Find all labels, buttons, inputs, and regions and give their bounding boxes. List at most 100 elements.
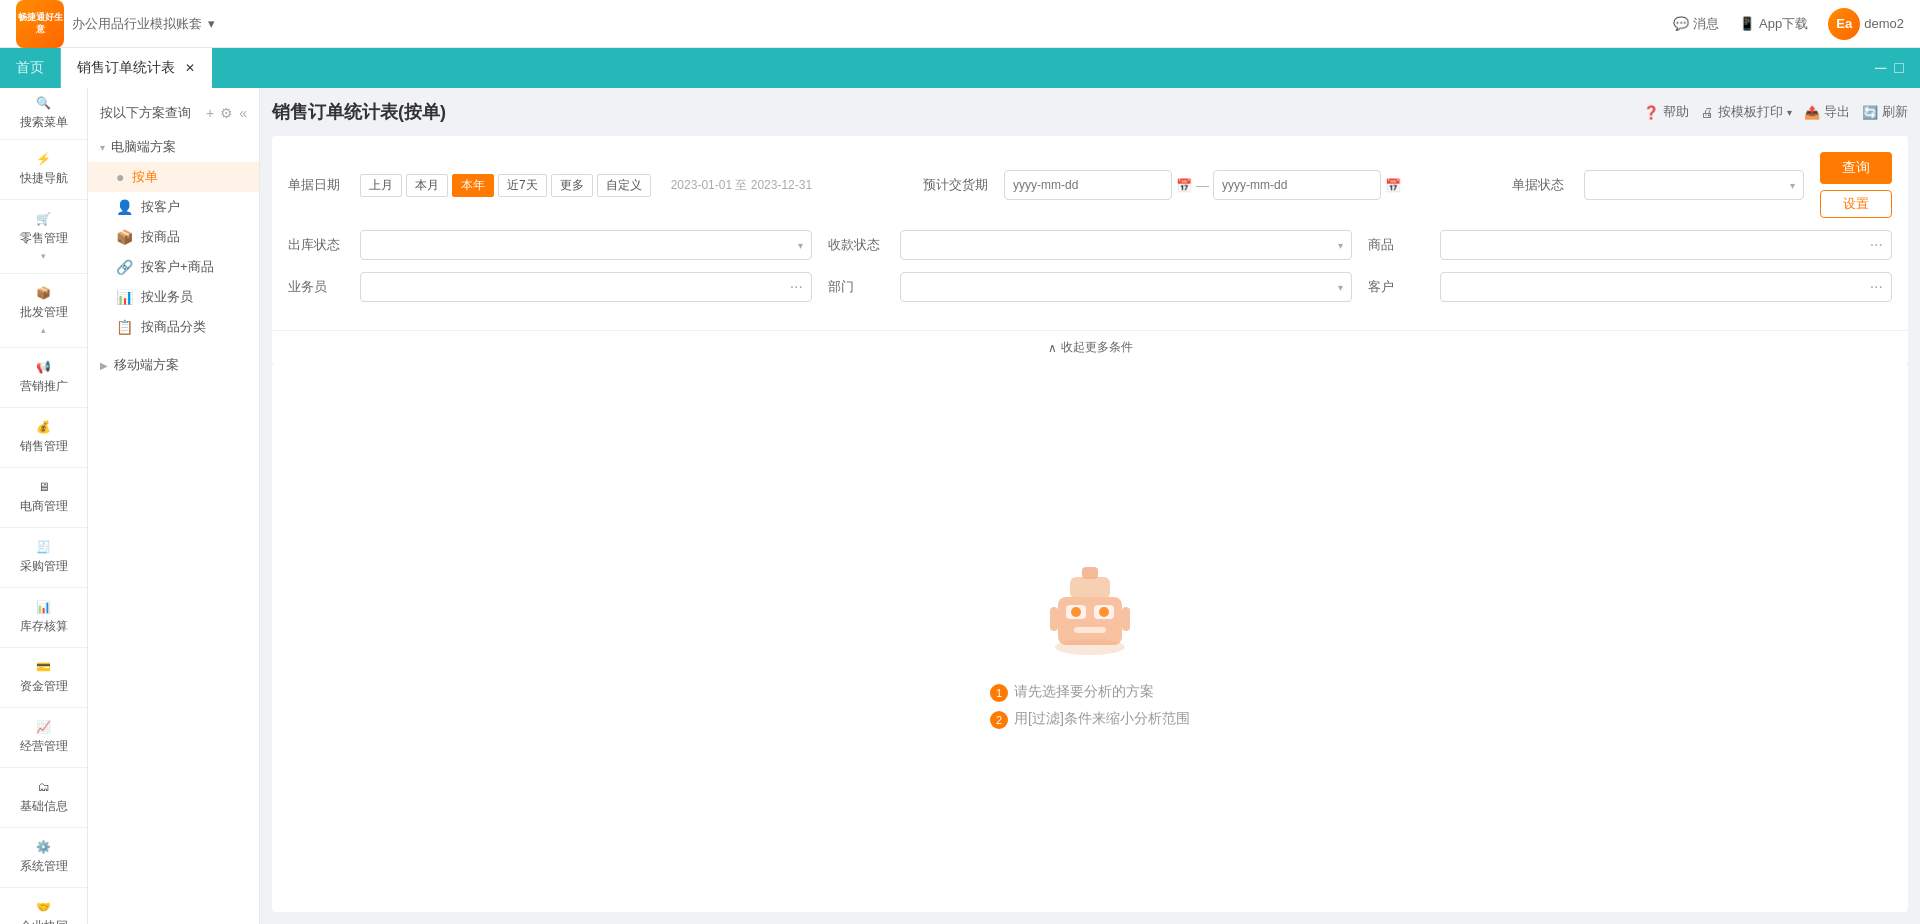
print-btn[interactable]: 🖨 按模板打印 ▾ [1701, 103, 1792, 121]
collapse-panel-btn[interactable]: « [239, 105, 247, 121]
status-label: 单据状态 [1512, 176, 1568, 194]
scheme-item-by-customer-product[interactable]: 🔗 按客户+商品 [88, 252, 259, 282]
product-select[interactable]: ··· [1440, 230, 1892, 260]
finance-icon: 💳 [36, 660, 51, 674]
sidebar-item-marketing[interactable]: 📢 营销推广 [0, 348, 87, 408]
salesperson-select[interactable]: ··· [360, 272, 812, 302]
scheme-group-pc: ▾ 电脑端方案 ● 按单 👤 按客户 📦 按商品 🔗 按客户+商品 [88, 132, 259, 342]
payment-status-select[interactable]: ▾ [900, 230, 1352, 260]
sidebar-item-enterprise[interactable]: 🤝 企业协同 [0, 888, 87, 924]
by-salesperson-label: 按业务员 [141, 288, 193, 306]
salesperson-dots[interactable]: ··· [790, 278, 803, 296]
sidebar-quick-nav[interactable]: ⚡ 快捷导航 [0, 140, 87, 200]
topbar-right: 💬 消息 📱 App下载 Ea demo2 [1673, 8, 1904, 40]
scheme-item-by-category[interactable]: 📋 按商品分类 [88, 312, 259, 342]
date-btn-this-month[interactable]: 本月 [406, 174, 448, 197]
enterprise-icon: 🤝 [36, 900, 51, 914]
sidebar-item-wholesale[interactable]: 📦 批发管理 ▴ [0, 274, 87, 348]
payment-status-label: 收款状态 [828, 236, 884, 254]
filter-card: 单据日期 上月 本月 本年 近7天 更多 自定义 2023-01-01 至 20… [272, 136, 1908, 322]
date-dash: — [1196, 178, 1209, 193]
customer-select[interactable]: ··· [1440, 272, 1892, 302]
operation-icon: 📈 [36, 720, 51, 734]
tab-sales-order-stats[interactable]: 销售订单统计表 ✕ [61, 48, 212, 88]
expected-date-start[interactable] [1004, 170, 1172, 200]
retail-arrow: ▾ [41, 251, 46, 261]
minimize-btn[interactable]: ─ [1875, 59, 1886, 77]
sidebar-item-system[interactable]: ⚙️ 系统管理 [0, 828, 87, 888]
scheme-group-pc-title[interactable]: ▾ 电脑端方案 [88, 132, 259, 162]
tab-sales-label: 销售订单统计表 [77, 59, 175, 77]
wholesale-label: 批发管理 [20, 304, 68, 321]
sidebar-item-retail[interactable]: 🛒 零售管理 ▾ [0, 200, 87, 274]
sidebar-item-operation[interactable]: 📈 经营管理 [0, 708, 87, 768]
app-selector[interactable]: 办公用品行业模拟账套 ▾ [72, 15, 215, 33]
collapse-bar[interactable]: ∧ 收起更多条件 [272, 330, 1908, 364]
help-btn[interactable]: ❓ 帮助 [1643, 103, 1689, 121]
svg-rect-7 [1070, 577, 1110, 599]
sidebar-item-finance[interactable]: 💳 资金管理 [0, 648, 87, 708]
export-btn[interactable]: 📤 导出 [1804, 103, 1850, 121]
message-btn[interactable]: 💬 消息 [1673, 15, 1719, 33]
scheme-group-mobile-arrow: ▶ [100, 360, 108, 371]
operation-label: 经营管理 [20, 738, 68, 755]
retail-icon: 🛒 [36, 212, 51, 226]
purchase-label: 采购管理 [20, 558, 68, 575]
maximize-btn[interactable]: □ [1894, 59, 1904, 77]
filter-row-3: 业务员 ··· 部门 ▾ 客户 ··· [288, 272, 1892, 302]
settings-btn[interactable]: 设置 [1820, 190, 1892, 218]
delivery-status-select[interactable]: ▾ [360, 230, 812, 260]
scheme-item-by-customer[interactable]: 👤 按客户 [88, 192, 259, 222]
sidebar-search[interactable]: 🔍 搜索菜单 [0, 88, 87, 140]
settings-scheme-btn[interactable]: ⚙ [220, 105, 233, 121]
page-header: 销售订单统计表(按单) ❓ 帮助 🖨 按模板打印 ▾ 📤 导出 [272, 100, 1908, 124]
date-end-calendar-icon[interactable]: 📅 [1385, 178, 1401, 193]
svg-point-5 [1099, 607, 1109, 617]
sidebar-item-ecommerce[interactable]: 🖥 电商管理 [0, 468, 87, 528]
scheme-item-by-salesperson[interactable]: 📊 按业务员 [88, 282, 259, 312]
sidebar-item-sales[interactable]: 💰 销售管理 [0, 408, 87, 468]
expected-date-label: 预计交货期 [923, 176, 988, 194]
date-btn-custom[interactable]: 自定义 [597, 174, 651, 197]
date-btn-this-year[interactable]: 本年 [452, 174, 494, 197]
scheme-group-mobile-title[interactable]: ▶ 移动端方案 [88, 350, 259, 380]
date-btn-last-month[interactable]: 上月 [360, 174, 402, 197]
customer-dots[interactable]: ··· [1870, 278, 1883, 296]
scheme-item-by-order[interactable]: ● 按单 [88, 162, 259, 192]
date-start-calendar-icon[interactable]: 📅 [1176, 178, 1192, 193]
scheme-item-by-product[interactable]: 📦 按商品 [88, 222, 259, 252]
department-select[interactable]: ▾ [900, 272, 1352, 302]
date-btn-last-7[interactable]: 近7天 [498, 174, 547, 197]
scheme-group-mobile: ▶ 移动端方案 [88, 350, 259, 380]
marketing-icon: 📢 [36, 360, 51, 374]
by-category-icon: 📋 [116, 319, 133, 335]
export-icon: 📤 [1804, 105, 1820, 120]
tab-home[interactable]: 首页 [0, 48, 61, 88]
message-icon: 💬 [1673, 16, 1689, 31]
quick-nav-icon: ⚡ [36, 152, 51, 166]
sidebar-item-basic[interactable]: 🗂 基础信息 [0, 768, 87, 828]
by-customer-label: 按客户 [141, 198, 180, 216]
app-download-icon: 📱 [1739, 16, 1755, 31]
app-download-btn[interactable]: 📱 App下载 [1739, 15, 1808, 33]
date-btn-more[interactable]: 更多 [551, 174, 593, 197]
tip2-text: 用[过滤]条件来缩小分析范围 [1014, 710, 1190, 728]
by-customer-product-icon: 🔗 [116, 259, 133, 275]
customer-label: 客户 [1368, 278, 1424, 296]
filter-row-1: 单据日期 上月 本月 本年 近7天 更多 自定义 2023-01-01 至 20… [288, 152, 1892, 218]
ecommerce-icon: 🖥 [38, 480, 50, 494]
wholesale-icon: 📦 [36, 286, 51, 300]
status-select[interactable]: ▾ [1584, 170, 1804, 200]
product-dots[interactable]: ··· [1870, 236, 1883, 254]
query-btn[interactable]: 查询 [1820, 152, 1892, 184]
add-scheme-btn[interactable]: + [206, 105, 214, 121]
tab-close-icon[interactable]: ✕ [185, 61, 195, 75]
refresh-btn[interactable]: 🔄 刷新 [1862, 103, 1908, 121]
sidebar-item-purchase[interactable]: 🧾 采购管理 [0, 528, 87, 588]
system-label: 系统管理 [20, 858, 68, 875]
by-customer-product-label: 按客户+商品 [141, 258, 214, 276]
sidebar-item-inventory[interactable]: 📊 库存核算 [0, 588, 87, 648]
user-menu[interactable]: Ea demo2 [1828, 8, 1904, 40]
finance-label: 资金管理 [20, 678, 68, 695]
expected-date-end[interactable] [1213, 170, 1381, 200]
